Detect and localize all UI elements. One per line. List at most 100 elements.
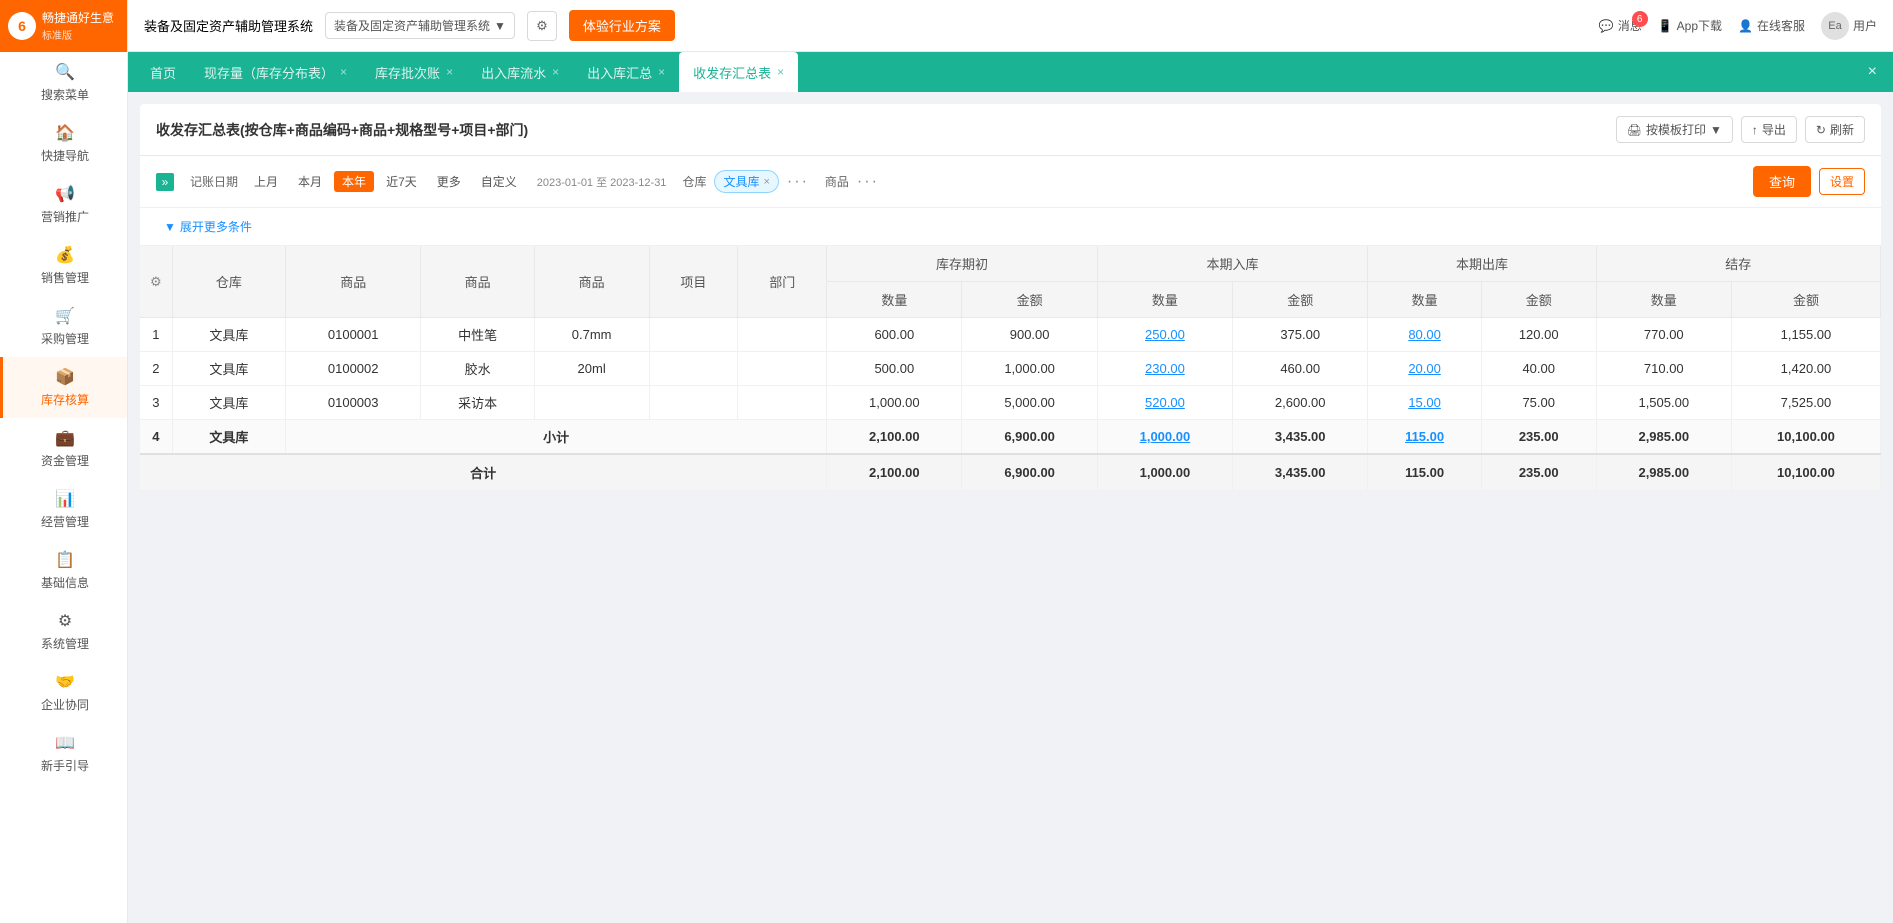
- filter-bar: » 记账日期 上月本月本年近7天更多自定义 2023-01-01 至 2023-…: [140, 156, 1881, 208]
- goods-more-dots[interactable]: ···: [857, 173, 879, 191]
- tab-close-batch[interactable]: ×: [446, 65, 453, 79]
- total-label: 合计: [140, 454, 827, 491]
- tabbar: 首页现存量（库存分布表）×库存批次账×出入库流水×出入库汇总×收发存汇总表××: [128, 52, 1893, 92]
- message-badge: 6: [1632, 11, 1648, 27]
- cell-out-amt: 75.00: [1481, 386, 1596, 420]
- cell-in-amt: 375.00: [1233, 318, 1368, 352]
- page-title: 收发存汇总表(按仓库+商品编码+商品+规格型号+项目+部门): [156, 120, 528, 140]
- tab-stock_dist[interactable]: 现存量（库存分布表）×: [190, 52, 361, 92]
- tab-inout_flow[interactable]: 出入库流水 ×: [467, 52, 573, 92]
- cell-in-qty[interactable]: 520.00: [1097, 386, 1232, 420]
- warehouse-tag[interactable]: 文具库 ×: [714, 170, 778, 193]
- subtotal-in-qty[interactable]: 1,000.00: [1097, 420, 1232, 455]
- sidebar-item-label: 新手引导: [41, 757, 89, 774]
- logo-title: 畅捷通好生意: [42, 10, 114, 27]
- cell-goods-code: 0100001: [286, 318, 421, 352]
- export-label: 导出: [1762, 121, 1786, 138]
- date-btn-上月[interactable]: 上月: [246, 171, 286, 192]
- warehouse-tag-close[interactable]: ×: [763, 176, 769, 188]
- th-goods-code: 商品: [286, 246, 421, 318]
- subtotal-row: 4 文具库 小计 2,100.00 6,900.00 1,000.00 3,43…: [140, 420, 1881, 455]
- online-service-btn[interactable]: 👤 在线客服: [1738, 17, 1805, 34]
- table-settings-th[interactable]: ⚙: [140, 246, 172, 318]
- purchase-icon: 🛒: [55, 306, 75, 326]
- date-btn-近7天[interactable]: 近7天: [378, 171, 425, 192]
- cell-in-qty[interactable]: 250.00: [1097, 318, 1232, 352]
- system-name: 装备及固定资产辅助管理系统: [144, 16, 313, 35]
- chevron-down-icon: ▼: [1710, 123, 1722, 137]
- cell-dept: [738, 386, 827, 420]
- date-btn-更多[interactable]: 更多: [429, 171, 469, 192]
- main-area: 装备及固定资产辅助管理系统 装备及固定资产辅助管理系统 ▼ ⚙ 体验行业方案 💬…: [128, 0, 1893, 923]
- sidebar-item-label: 采购管理: [41, 330, 89, 347]
- total-bal-amt: 10,100.00: [1731, 454, 1880, 491]
- message-btn[interactable]: 💬 消息 6: [1599, 17, 1642, 34]
- col-settings-icon[interactable]: ⚙: [150, 274, 162, 289]
- cell-bal-amt: 1,420.00: [1731, 352, 1880, 386]
- subtotal-open-amt: 6,900.00: [962, 420, 1097, 455]
- sidebar-item-quick[interactable]: 🏠快捷导航: [0, 113, 127, 174]
- tab-label: 出入库流水: [481, 63, 546, 82]
- refresh-btn[interactable]: ↻ 刷新: [1805, 116, 1865, 143]
- content-area: 收发存汇总表(按仓库+商品编码+商品+规格型号+项目+部门) 🖨 按模板打印 ▼…: [128, 92, 1893, 923]
- total-out-amt: 235.00: [1481, 454, 1596, 491]
- cell-no: 1: [140, 318, 172, 352]
- sidebar-item-purchase[interactable]: 🛒 采购管理: [0, 296, 127, 357]
- tab-close-recv_send[interactable]: ×: [777, 65, 784, 79]
- user-btn[interactable]: Ea 用户: [1821, 12, 1877, 40]
- print-btn[interactable]: 🖨 按模板打印 ▼: [1616, 116, 1733, 143]
- date-btn-自定义[interactable]: 自定义: [473, 171, 525, 192]
- trial-button[interactable]: 体验行业方案: [569, 10, 675, 41]
- export-btn[interactable]: ↑ 导出: [1741, 116, 1797, 143]
- sidebar-item-cooperation[interactable]: 🤝企业协同: [0, 662, 127, 723]
- chevron-down-icon: ▼: [494, 19, 506, 33]
- sidebar-item-marketing[interactable]: 📢营销推广: [0, 174, 127, 235]
- total-in-qty: 1,000.00: [1097, 454, 1232, 491]
- expand-conditions-btn[interactable]: ▼ 展开更多条件: [156, 214, 260, 239]
- sidebar-item-operations[interactable]: 📊经营管理: [0, 479, 127, 540]
- sidebar-item-system[interactable]: ⚙系统管理: [0, 601, 127, 662]
- print-label: 按模板打印: [1646, 121, 1706, 138]
- cell-bal-amt: 7,525.00: [1731, 386, 1880, 420]
- settings-icon-btn[interactable]: ⚙: [527, 11, 557, 41]
- cell-out-qty[interactable]: 20.00: [1368, 352, 1481, 386]
- cell-open-qty: 600.00: [827, 318, 962, 352]
- cell-out-qty[interactable]: 15.00: [1368, 386, 1481, 420]
- tab-close-stock_dist[interactable]: ×: [340, 65, 347, 79]
- subtotal-out-qty[interactable]: 115.00: [1368, 420, 1481, 455]
- tab-close-inout_summary[interactable]: ×: [658, 65, 665, 79]
- system-dropdown[interactable]: 装备及固定资产辅助管理系统 ▼: [325, 12, 515, 39]
- tab-inout_summary[interactable]: 出入库汇总×: [573, 52, 679, 92]
- sidebar-item-search[interactable]: 🔍搜索菜单: [0, 52, 127, 113]
- close-all-tabs-btn[interactable]: ×: [1860, 63, 1885, 81]
- th-dept: 部门: [738, 246, 827, 318]
- date-range: 2023-01-01 至 2023-12-31: [537, 174, 667, 190]
- tab-recv_send[interactable]: 收发存汇总表×: [679, 52, 798, 92]
- sidebar-item-inventory[interactable]: 📦库存核算: [0, 357, 127, 418]
- tab-home[interactable]: 首页: [136, 52, 190, 92]
- cell-in-qty[interactable]: 230.00: [1097, 352, 1232, 386]
- cell-warehouse: 文具库: [172, 386, 285, 420]
- sidebar-item-guide[interactable]: 📖新手引导: [0, 723, 127, 784]
- total-out-qty: 115.00: [1368, 454, 1481, 491]
- inventory-icon: 📦: [55, 367, 75, 387]
- warehouse-more-dots[interactable]: ···: [787, 173, 809, 191]
- query-btn[interactable]: 查询: [1753, 166, 1811, 197]
- dropdown-label: 装备及固定资产辅助管理系统: [334, 17, 490, 34]
- cell-no: 3: [140, 386, 172, 420]
- app-download-btn[interactable]: 📱 App下载: [1658, 17, 1722, 34]
- expand-collapse-btn[interactable]: »: [156, 173, 174, 191]
- subtotal-warehouse: 文具库: [172, 420, 285, 455]
- data-table: ⚙ 仓库 商品 商品 商品 项目 部门 库存期初 本期入库 本期出库 结存: [140, 246, 1881, 491]
- settings-btn[interactable]: 设置: [1819, 168, 1865, 195]
- cell-out-qty[interactable]: 80.00: [1368, 318, 1481, 352]
- date-btn-本年[interactable]: 本年: [334, 171, 374, 192]
- tab-close-inout_flow[interactable]: ×: [552, 65, 559, 79]
- sidebar-item-finance[interactable]: 💼资金管理: [0, 418, 127, 479]
- cell-out-amt: 120.00: [1481, 318, 1596, 352]
- tab-batch[interactable]: 库存批次账×: [361, 52, 467, 92]
- sidebar-item-sales[interactable]: 💰销售管理: [0, 235, 127, 296]
- date-btn-本月[interactable]: 本月: [290, 171, 330, 192]
- table-wrapper: ⚙ 仓库 商品 商品 商品 项目 部门 库存期初 本期入库 本期出库 结存: [140, 246, 1881, 491]
- sidebar-item-basic[interactable]: 📋基础信息: [0, 540, 127, 601]
